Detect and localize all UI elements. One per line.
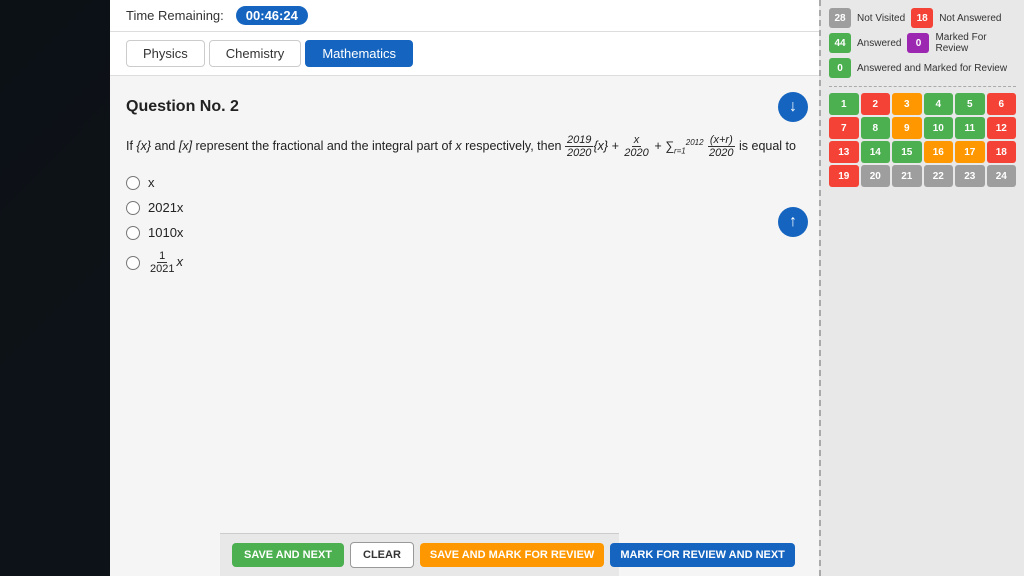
number-cell-12[interactable]: 12 xyxy=(987,117,1017,139)
option-2-radio[interactable] xyxy=(126,201,140,215)
number-cell-16[interactable]: 16 xyxy=(924,141,954,163)
question-text: If {x} and [x] represent the fractional … xyxy=(126,134,808,159)
option-4: 12021x xyxy=(126,250,808,275)
clear-button[interactable]: CLEAR xyxy=(350,542,414,568)
option-1: x xyxy=(126,175,808,190)
tab-mathematics[interactable]: Mathematics xyxy=(305,40,413,67)
right-panel: 28 Not Visited 18 Not Answered 44 Answer… xyxy=(819,0,1024,576)
tab-chemistry[interactable]: Chemistry xyxy=(209,40,302,67)
number-cell-20[interactable]: 20 xyxy=(861,165,891,187)
number-cell-14[interactable]: 14 xyxy=(861,141,891,163)
option-3: 1010x xyxy=(126,225,808,240)
number-cell-18[interactable]: 18 xyxy=(987,141,1017,163)
number-cell-8[interactable]: 8 xyxy=(861,117,891,139)
question-area: Question No. 2 ↓ If {x} and [x] represen… xyxy=(110,76,824,307)
number-cell-9[interactable]: 9 xyxy=(892,117,922,139)
number-cell-24[interactable]: 24 xyxy=(987,165,1017,187)
number-cell-7[interactable]: 7 xyxy=(829,117,859,139)
tab-physics[interactable]: Physics xyxy=(126,40,205,67)
legend-not-visited: 28 Not Visited 18 Not Answered xyxy=(829,8,1016,28)
option-1-radio[interactable] xyxy=(126,176,140,190)
option-1-label: x xyxy=(148,175,155,190)
answered-marked-badge: 0 xyxy=(829,58,851,78)
mark-review-next-button[interactable]: MARK FOR REVIEW AND NEXT xyxy=(610,543,795,567)
header: Time Remaining: 00:46:24 xyxy=(110,0,824,32)
legend: 28 Not Visited 18 Not Answered 44 Answer… xyxy=(829,8,1016,78)
number-cell-10[interactable]: 10 xyxy=(924,117,954,139)
number-cell-19[interactable]: 19 xyxy=(829,165,859,187)
time-label: Time Remaining: xyxy=(126,8,224,23)
number-cell-15[interactable]: 15 xyxy=(892,141,922,163)
number-cell-13[interactable]: 13 xyxy=(829,141,859,163)
number-cell-1[interactable]: 1 xyxy=(829,93,859,115)
marked-badge: 0 xyxy=(907,33,929,53)
legend-answered-marked: 0 Answered and Marked for Review xyxy=(829,58,1016,78)
marked-label: Marked For Review xyxy=(935,32,1016,54)
number-cell-4[interactable]: 4 xyxy=(924,93,954,115)
save-mark-review-button[interactable]: SAVE AND MARK FOR REVIEW xyxy=(420,543,604,567)
save-next-button[interactable]: SAVE AND NEXT xyxy=(232,543,344,567)
not-answered-label: Not Answered xyxy=(939,13,1001,24)
legend-answered: 44 Answered 0 Marked For Review xyxy=(829,32,1016,54)
not-visited-badge: 28 xyxy=(829,8,851,28)
option-3-label: 1010x xyxy=(148,225,183,240)
number-cell-22[interactable]: 22 xyxy=(924,165,954,187)
scroll-down-button[interactable]: ↓ xyxy=(778,92,808,122)
time-badge: 00:46:24 xyxy=(236,6,308,25)
not-visited-label: Not Visited xyxy=(857,13,905,24)
number-cell-2[interactable]: 2 xyxy=(861,93,891,115)
footer-buttons: SAVE AND NEXT CLEAR SAVE AND MARK FOR RE… xyxy=(220,533,619,576)
option-3-radio[interactable] xyxy=(126,226,140,240)
answered-label: Answered xyxy=(857,38,901,49)
number-grid: 123456789101112131415161718192021222324 xyxy=(829,93,1016,187)
option-2: 2021x xyxy=(126,200,808,215)
number-cell-21[interactable]: 21 xyxy=(892,165,922,187)
number-cell-11[interactable]: 11 xyxy=(955,117,985,139)
number-cell-17[interactable]: 17 xyxy=(955,141,985,163)
not-answered-badge: 18 xyxy=(911,8,933,28)
number-cell-23[interactable]: 23 xyxy=(955,165,985,187)
option-2-label: 2021x xyxy=(148,200,183,215)
answered-badge: 44 xyxy=(829,33,851,53)
number-cell-5[interactable]: 5 xyxy=(955,93,985,115)
number-cell-6[interactable]: 6 xyxy=(987,93,1017,115)
subject-tabs: Physics Chemistry Mathematics xyxy=(110,32,824,76)
answered-marked-label: Answered and Marked for Review xyxy=(857,63,1007,74)
question-title: Question No. 2 xyxy=(126,98,239,116)
options-list: x 2021x 1010x 12021x xyxy=(126,175,808,275)
divider xyxy=(829,86,1016,87)
option-4-radio[interactable] xyxy=(126,256,140,270)
number-cell-3[interactable]: 3 xyxy=(892,93,922,115)
option-4-label: 12021x xyxy=(148,250,183,275)
